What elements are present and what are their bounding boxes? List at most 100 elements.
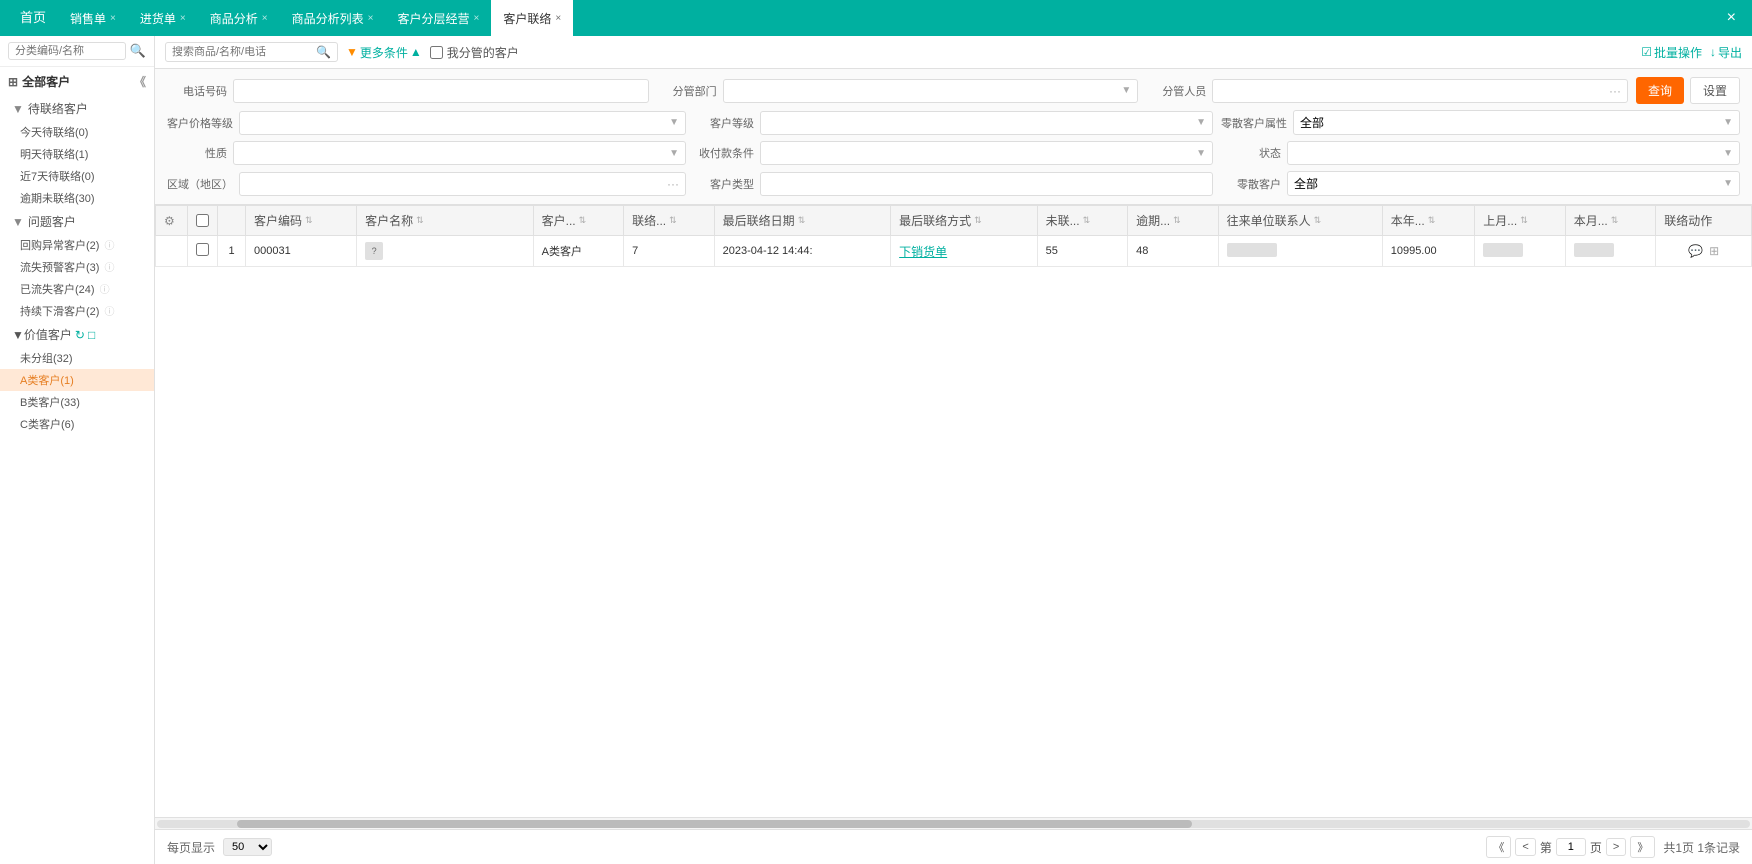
sidebar-item-repurchase-abnormal[interactable]: 回购异常客户(2) ⓘ: [0, 234, 154, 256]
sort-icon: ⇅: [305, 215, 313, 226]
sidebar-item-declining[interactable]: 持续下滑客户(2) ⓘ: [0, 300, 154, 322]
tab-customer-segment[interactable]: 客户分层经营 ×: [385, 0, 491, 36]
sidebar-search-input[interactable]: [8, 42, 126, 60]
col-settings[interactable]: ⚙: [156, 206, 188, 236]
first-page-button[interactable]: 《: [1486, 836, 1511, 858]
quick-search-input[interactable]: [172, 46, 312, 58]
phone-input[interactable]: [233, 79, 649, 103]
my-customers-checkbox[interactable]: 我分管的客户: [430, 44, 519, 61]
next-page-button[interactable]: >: [1606, 838, 1626, 856]
qrcode-icon[interactable]: ⊞: [1709, 244, 1719, 258]
refresh-icon[interactable]: ↻: [75, 328, 85, 342]
sort-icon: ⇅: [1520, 215, 1528, 226]
collapse-icon[interactable]: 《: [134, 73, 146, 90]
col-uncontacted[interactable]: 未联... ⇅: [1037, 206, 1128, 236]
tab-sales-order[interactable]: 销售单 ×: [58, 0, 128, 36]
close-icon[interactable]: ×: [110, 13, 116, 24]
col-name[interactable]: 客户名称 ⇅: [357, 206, 533, 236]
arrow-icon: ▼: [12, 328, 24, 342]
page-size-select[interactable]: 20 50 100: [223, 838, 272, 856]
col-last-month-label: 上月...: [1483, 212, 1517, 229]
col-company-contact[interactable]: 往来单位联系人 ⇅: [1218, 206, 1382, 236]
col-last-method[interactable]: 最后联络方式 ⇅: [891, 206, 1037, 236]
customer-level-select[interactable]: ▼: [760, 111, 1213, 135]
close-icon[interactable]: ×: [555, 13, 561, 24]
col-this-month[interactable]: 本月... ⇅: [1565, 206, 1656, 236]
retail-attr-value: 全部: [1300, 114, 1324, 131]
region-input[interactable]: ···: [239, 172, 686, 196]
nature-select[interactable]: ▼: [233, 141, 686, 165]
dept-select[interactable]: ▼: [723, 79, 1139, 103]
sidebar-item-churn-warning[interactable]: 流失预警客户(3) ⓘ: [0, 256, 154, 278]
customer-table: ⚙ 客户编码 ⇅: [155, 205, 1752, 267]
close-icon[interactable]: ×: [262, 13, 268, 24]
add-icon[interactable]: □: [88, 328, 95, 342]
col-overdue-label: 逾期...: [1136, 212, 1170, 229]
quick-search-icon[interactable]: 🔍: [316, 45, 331, 59]
more-conditions-button[interactable]: ▼ 更多条件 ▲: [346, 44, 422, 61]
group-pending-contact[interactable]: ▼ 待联络客户: [0, 96, 154, 121]
col-this-year[interactable]: 本年... ⇅: [1382, 206, 1474, 236]
close-icon[interactable]: ×: [368, 13, 374, 24]
col-code[interactable]: 客户编码 ⇅: [246, 206, 357, 236]
chat-icon[interactable]: 💬: [1688, 244, 1703, 258]
row-this-year-cell: 10995.00: [1382, 236, 1474, 267]
batch-operation-button[interactable]: ☑ 批量操作: [1641, 44, 1702, 61]
tab-product-analysis-list[interactable]: 商品分析列表 ×: [280, 0, 386, 36]
table-row: 1 000031 ? A类客户 7 2023-04-12 14:44:: [156, 236, 1752, 267]
last-page-button[interactable]: 》: [1630, 836, 1655, 858]
export-button[interactable]: ↓ 导出: [1710, 44, 1742, 61]
prev-page-button[interactable]: <: [1515, 838, 1535, 856]
tab-label: 客户分层经营: [397, 10, 469, 27]
tab-product-analysis[interactable]: 商品分析 ×: [198, 0, 280, 36]
retail-customer-select[interactable]: 全部 ▼: [1287, 171, 1740, 196]
close-icon[interactable]: ×: [180, 13, 186, 24]
sidebar-item-7day-pending[interactable]: 近7天待联络(0): [0, 165, 154, 187]
col-type[interactable]: 客户... ⇅: [533, 206, 624, 236]
dropdown-arrow-icon: ▼: [669, 117, 679, 128]
col-last-date[interactable]: 最后联络日期 ⇅: [714, 206, 890, 236]
sidebar-item-tomorrow-pending[interactable]: 明天待联络(1): [0, 143, 154, 165]
status-select[interactable]: ▼: [1287, 141, 1740, 165]
home-tab[interactable]: 首页: [8, 0, 58, 36]
col-last-month[interactable]: 上月... ⇅: [1475, 206, 1566, 236]
tab-customer-contact[interactable]: 客户联络 ×: [491, 0, 573, 36]
sidebar-item-class-a[interactable]: A类客户(1): [0, 369, 154, 391]
horizontal-scrollbar[interactable]: [155, 817, 1752, 829]
my-customers-check[interactable]: [430, 46, 443, 59]
filter-retail-attr: 零散客户属性 全部 ▼: [1221, 110, 1740, 135]
sidebar-item-class-c[interactable]: C类客户(6): [0, 413, 154, 435]
close-all-button[interactable]: ×: [1719, 9, 1744, 27]
scroll-thumb[interactable]: [237, 820, 1193, 828]
arrow-icon: ▼: [12, 215, 24, 229]
last-method-link[interactable]: 下销货单: [899, 245, 947, 259]
query-button[interactable]: 查询: [1636, 77, 1684, 104]
select-all-checkbox[interactable]: [196, 214, 209, 227]
group-problem-customers[interactable]: ▼ 问题客户: [0, 209, 154, 234]
scroll-track: [157, 820, 1750, 828]
price-level-select[interactable]: ▼: [239, 111, 686, 135]
row-index-cell: 1: [218, 236, 246, 267]
sidebar-search-icon[interactable]: 🔍: [130, 43, 146, 59]
sidebar-item-overdue-contact[interactable]: 逾期未联络(30): [0, 187, 154, 209]
sidebar-item-ungrouped[interactable]: 未分组(32): [0, 347, 154, 369]
customer-level-label: 客户等级: [694, 115, 754, 131]
settings-button[interactable]: 设置: [1690, 77, 1740, 104]
col-contacts[interactable]: 联络... ⇅: [624, 206, 715, 236]
tab-purchase-order[interactable]: 进货单 ×: [128, 0, 198, 36]
retail-attr-select[interactable]: 全部 ▼: [1293, 110, 1740, 135]
payment-select[interactable]: ▼: [760, 141, 1213, 165]
sidebar-item-today-pending[interactable]: 今天待联络(0): [0, 121, 154, 143]
customer-type-input[interactable]: [760, 172, 1213, 196]
manager-input[interactable]: ···: [1212, 79, 1628, 103]
sidebar-item-churned[interactable]: 已流失客户(24) ⓘ: [0, 278, 154, 300]
filter-manager: 分管人员 ···: [1146, 79, 1628, 103]
all-customers-header[interactable]: ⊞ 全部客户 《: [0, 67, 154, 96]
row-last-method-cell[interactable]: 下销货单: [891, 236, 1037, 267]
col-overdue[interactable]: 逾期... ⇅: [1128, 206, 1219, 236]
row-checkbox[interactable]: [196, 243, 209, 256]
sidebar-item-class-b[interactable]: B类客户(33): [0, 391, 154, 413]
close-icon[interactable]: ×: [473, 13, 479, 24]
retail-customer-value: 全部: [1294, 175, 1318, 192]
page-number-input[interactable]: [1556, 838, 1586, 856]
